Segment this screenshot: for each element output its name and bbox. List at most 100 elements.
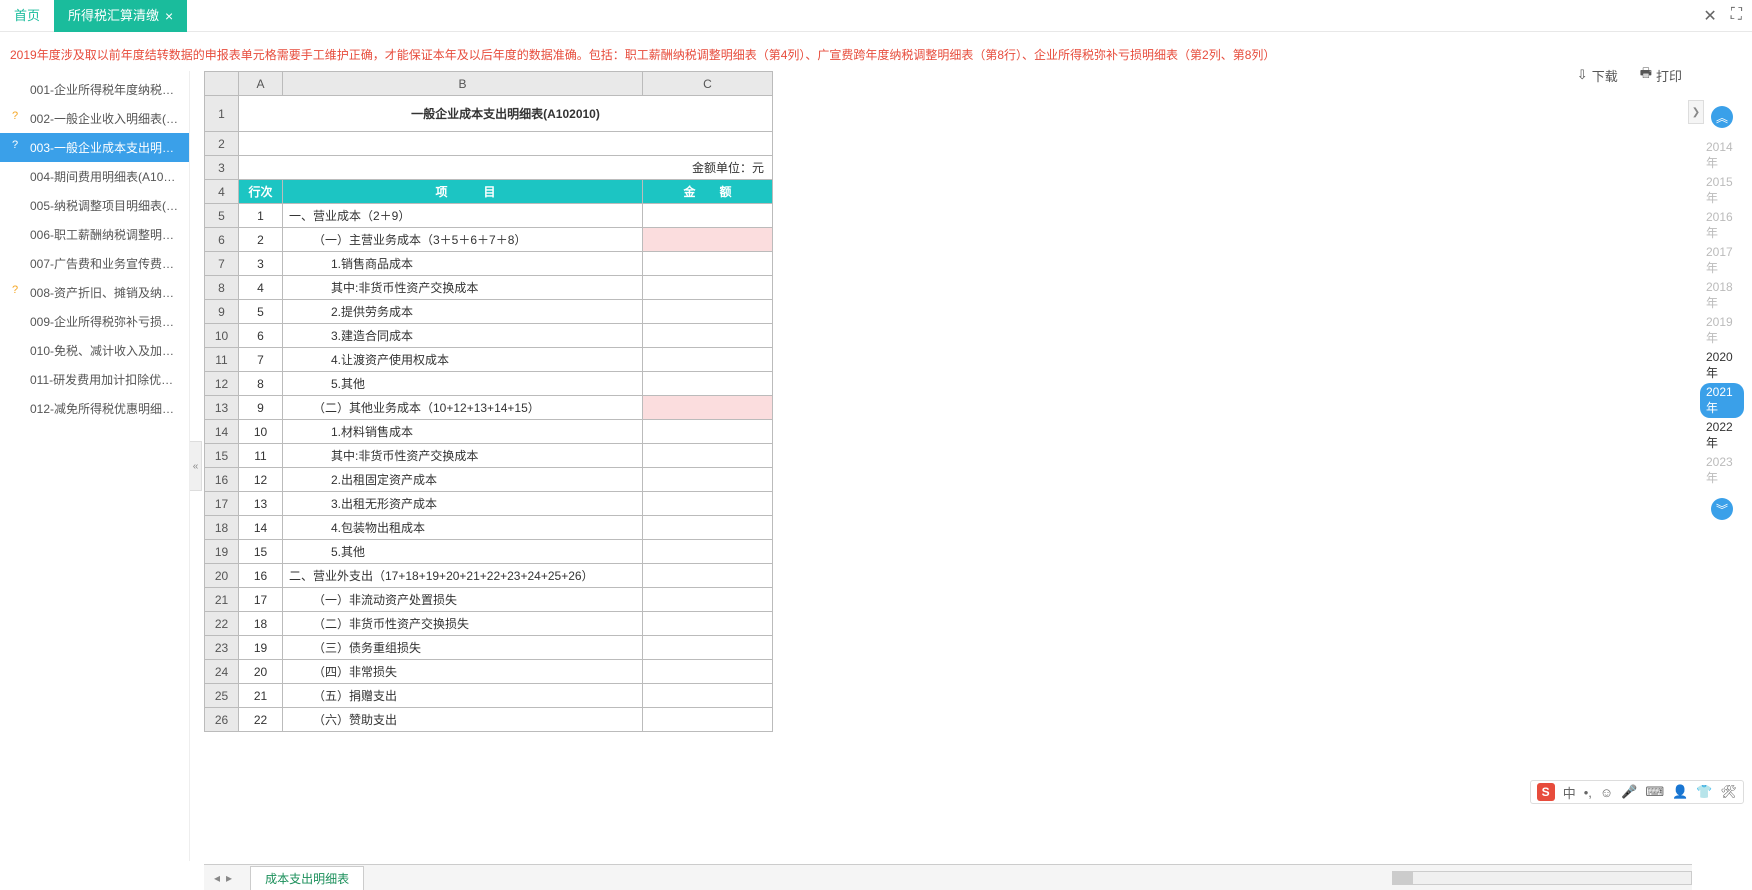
cell[interactable]: 1.销售商品成本 xyxy=(283,252,643,276)
col-header[interactable]: 24 xyxy=(205,660,239,684)
col-header[interactable]: 8 xyxy=(205,276,239,300)
sheet-title[interactable]: 一般企业成本支出明细表(A102010) xyxy=(239,96,773,132)
sidebar-item-003[interactable]: ?003-一般企业成本支出明细... xyxy=(0,133,189,162)
cell[interactable]: 15 xyxy=(239,540,283,564)
col-header[interactable]: 18 xyxy=(205,516,239,540)
ime-emoji-icon[interactable]: ☺ xyxy=(1600,785,1613,800)
close-window-icon[interactable]: ✕ xyxy=(1703,6,1716,26)
col-header[interactable]: 16 xyxy=(205,468,239,492)
cell[interactable]: （二）非货币性资产交换损失 xyxy=(283,612,643,636)
sidebar-item-009[interactable]: 009-企业所得税弥补亏损明... xyxy=(0,307,189,336)
year-option[interactable]: 2021年 xyxy=(1700,383,1744,418)
col-header[interactable]: 19 xyxy=(205,540,239,564)
cell[interactable] xyxy=(643,684,773,708)
cell[interactable]: （一）主营业务成本（3＋5＋6＋7＋8） xyxy=(283,228,643,252)
col-header[interactable]: 5 xyxy=(205,204,239,228)
col-header[interactable]: 25 xyxy=(205,684,239,708)
help-icon[interactable]: ? xyxy=(12,284,18,296)
cell[interactable] xyxy=(643,276,773,300)
cell[interactable] xyxy=(643,204,773,228)
cell[interactable] xyxy=(643,636,773,660)
cell[interactable] xyxy=(643,468,773,492)
col-header[interactable]: 23 xyxy=(205,636,239,660)
col-header[interactable]: 6 xyxy=(205,228,239,252)
cell[interactable]: 项 目 xyxy=(283,180,643,204)
cell[interactable]: （二）其他业务成本（10+12+13+14+15） xyxy=(283,396,643,420)
col-header[interactable]: 12 xyxy=(205,372,239,396)
col-header[interactable]: 22 xyxy=(205,612,239,636)
cell[interactable]: 6 xyxy=(239,324,283,348)
sidebar-item-011[interactable]: 011-研发费用加计扣除优惠... xyxy=(0,365,189,394)
cell[interactable]: 1.材料销售成本 xyxy=(283,420,643,444)
cell[interactable]: 一、营业成本（2＋9） xyxy=(283,204,643,228)
cell[interactable] xyxy=(643,444,773,468)
cell[interactable] xyxy=(643,324,773,348)
col-header[interactable]: B xyxy=(283,72,643,96)
col-header[interactable]: 7 xyxy=(205,252,239,276)
sidebar-item-001[interactable]: 001-企业所得税年度纳税申... xyxy=(0,75,189,104)
cell[interactable]: 11 xyxy=(239,444,283,468)
sidebar-item-010[interactable]: 010-免税、减计收入及加计... xyxy=(0,336,189,365)
cell[interactable] xyxy=(239,132,773,156)
cell[interactable] xyxy=(643,372,773,396)
cell[interactable]: （一）非流动资产处置损失 xyxy=(283,588,643,612)
tab-home[interactable]: 首页 xyxy=(0,0,54,32)
cell[interactable] xyxy=(643,516,773,540)
col-header[interactable]: 11 xyxy=(205,348,239,372)
cell[interactable]: 5 xyxy=(239,300,283,324)
ime-mic-icon[interactable]: 🎤 xyxy=(1621,784,1637,800)
cell[interactable] xyxy=(643,492,773,516)
cell[interactable] xyxy=(643,348,773,372)
sidebar-item-004[interactable]: 004-期间费用明细表(A1040... xyxy=(0,162,189,191)
unit-label[interactable]: 金额单位：元 xyxy=(239,156,773,180)
ime-lang-label[interactable]: 中 xyxy=(1563,783,1576,802)
sidebar-item-002[interactable]: ?002-一般企业收入明细表(A10... xyxy=(0,104,189,133)
scrollbar-thumb[interactable] xyxy=(1393,872,1413,884)
col-header[interactable]: 15 xyxy=(205,444,239,468)
help-icon[interactable]: ? xyxy=(12,110,18,122)
close-icon[interactable]: × xyxy=(165,0,173,32)
year-scroll-down-icon[interactable]: ︾ xyxy=(1711,498,1733,520)
cell[interactable]: （六）赞助支出 xyxy=(283,708,643,732)
cell[interactable] xyxy=(643,612,773,636)
cell[interactable]: 4 xyxy=(239,276,283,300)
cell[interactable]: 18 xyxy=(239,612,283,636)
cell[interactable] xyxy=(643,420,773,444)
cell[interactable]: 金 额 xyxy=(643,180,773,204)
sidebar-item-005[interactable]: 005-纳税调整项目明细表(A... xyxy=(0,191,189,220)
year-scroll-up-icon[interactable]: ︽ xyxy=(1711,106,1733,128)
cell[interactable] xyxy=(643,228,773,252)
ime-user-icon[interactable]: 👤 xyxy=(1672,784,1688,800)
cell[interactable]: 3 xyxy=(239,252,283,276)
sidebar-item-012[interactable]: 012-减免所得税优惠明细表(... xyxy=(0,394,189,423)
cell[interactable]: 20 xyxy=(239,660,283,684)
year-option[interactable]: 2022年 xyxy=(1700,418,1744,453)
col-header[interactable]: 9 xyxy=(205,300,239,324)
cell[interactable]: 19 xyxy=(239,636,283,660)
col-header[interactable]: 26 xyxy=(205,708,239,732)
cell[interactable] xyxy=(643,708,773,732)
col-header[interactable]: 2 xyxy=(205,132,239,156)
col-header[interactable]: 1 xyxy=(205,96,239,132)
cell[interactable]: 14 xyxy=(239,516,283,540)
cell[interactable]: 其中:非货币性资产交换成本 xyxy=(283,276,643,300)
cell[interactable]: （三）债务重组损失 xyxy=(283,636,643,660)
cell[interactable] xyxy=(643,588,773,612)
help-icon[interactable]: ? xyxy=(12,139,18,151)
cell[interactable] xyxy=(643,300,773,324)
cell[interactable]: 行次 xyxy=(239,180,283,204)
cell[interactable] xyxy=(643,564,773,588)
cell[interactable]: 3.建造合同成本 xyxy=(283,324,643,348)
cell[interactable] xyxy=(643,660,773,684)
sidebar-item-007[interactable]: 007-广告费和业务宣传费跨... xyxy=(0,249,189,278)
col-header[interactable]: 20 xyxy=(205,564,239,588)
col-header[interactable] xyxy=(205,72,239,96)
cell[interactable]: 5.其他 xyxy=(283,372,643,396)
cell[interactable]: 2.提供劳务成本 xyxy=(283,300,643,324)
sheet-tab-active[interactable]: 成本支出明细表 xyxy=(250,866,364,890)
cell[interactable]: 5.其他 xyxy=(283,540,643,564)
cell[interactable]: 16 xyxy=(239,564,283,588)
maximize-icon[interactable]: ⛶ xyxy=(1731,6,1742,26)
horizontal-scrollbar[interactable] xyxy=(1392,871,1692,885)
cell[interactable]: 22 xyxy=(239,708,283,732)
